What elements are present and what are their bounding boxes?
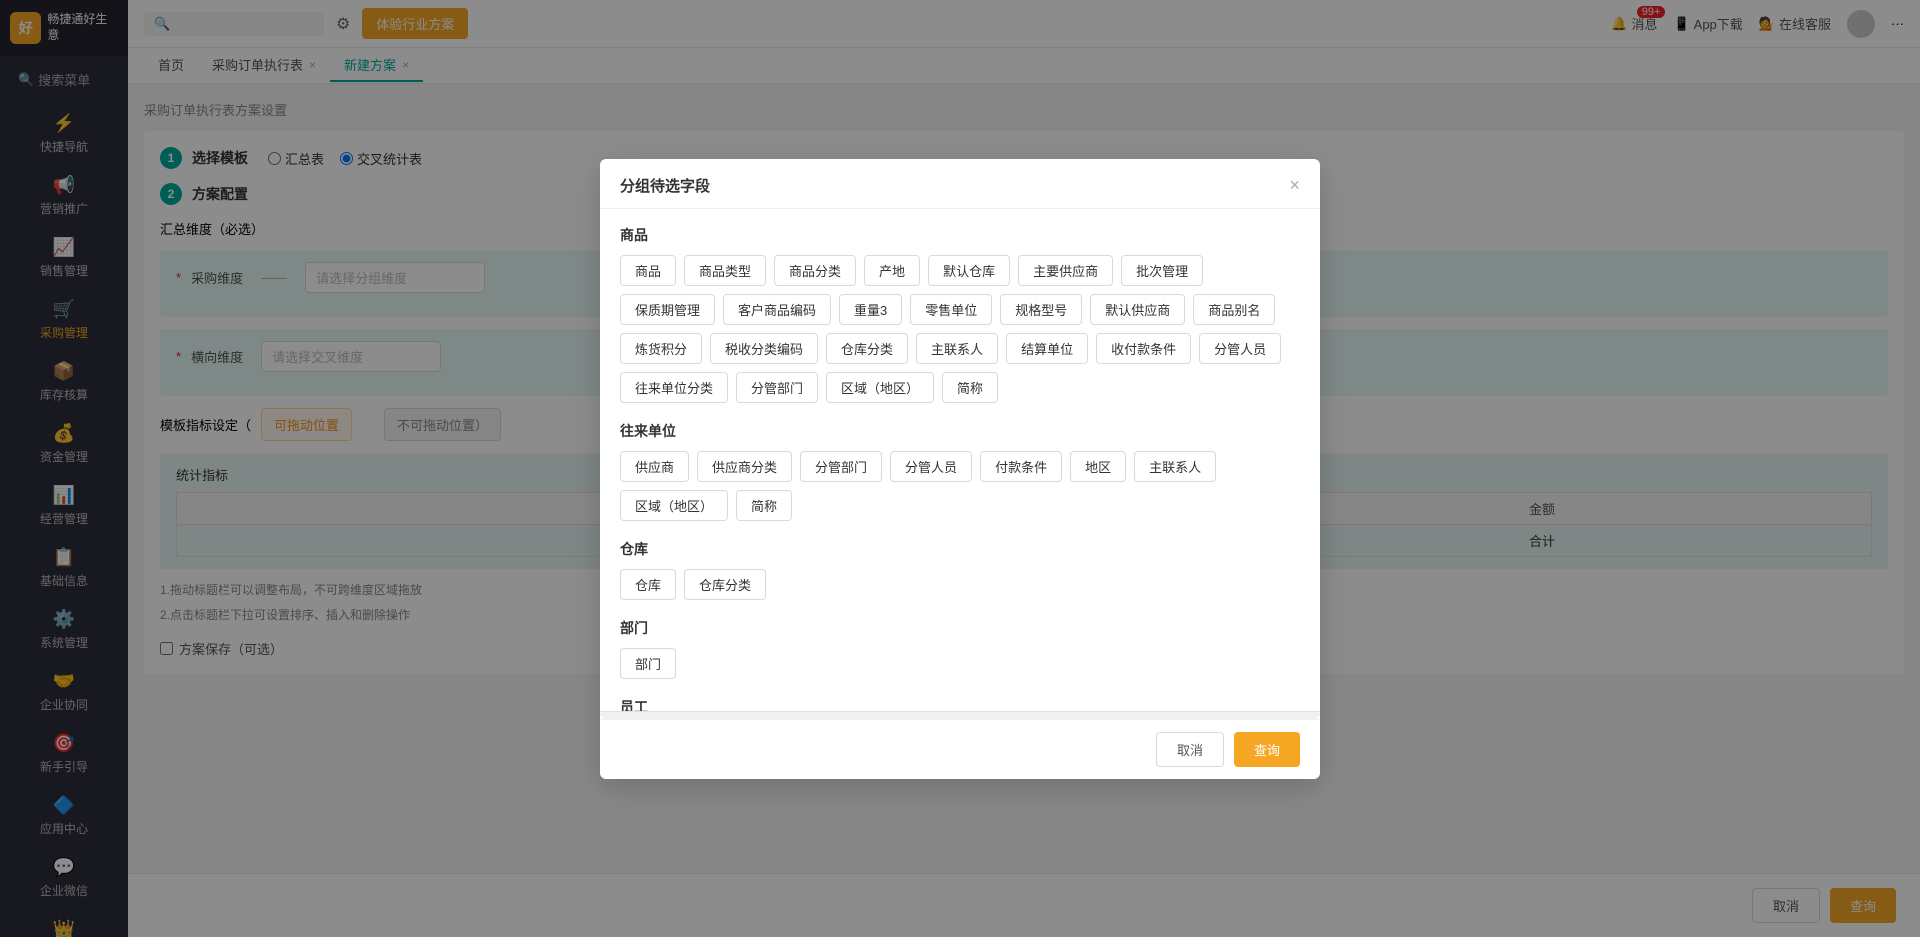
field-tag[interactable]: 区域（地区） <box>826 372 934 403</box>
section-warehouse: 仓库 仓库 仓库分类 <box>620 539 1300 600</box>
field-tag[interactable]: 简称 <box>736 490 792 521</box>
field-tag[interactable]: 部门 <box>620 648 676 679</box>
field-tag[interactable]: 默认仓库 <box>928 255 1010 286</box>
field-tag[interactable]: 简称 <box>942 372 998 403</box>
section-goods-title: 商品 <box>620 225 1300 245</box>
modal-footer: 取消 查询 <box>600 719 1320 779</box>
field-tag[interactable]: 税收分类编码 <box>710 333 818 364</box>
field-tag[interactable]: 产地 <box>864 255 920 286</box>
section-goods-tags: 商品 商品类型 商品分类 产地 默认仓库 主要供应商 批次管理 保质期管理 客户… <box>620 255 1300 403</box>
field-tag[interactable]: 主联系人 <box>916 333 998 364</box>
modal-close-button[interactable]: × <box>1289 175 1300 196</box>
field-tag[interactable]: 分管人员 <box>1199 333 1281 364</box>
field-tag[interactable]: 供应商 <box>620 451 689 482</box>
section-partner-tags: 供应商 供应商分类 分管部门 分管人员 付款条件 地区 主联系人 区域（地区） … <box>620 451 1300 521</box>
field-tag[interactable]: 区域（地区） <box>620 490 728 521</box>
field-tag[interactable]: 结算单位 <box>1006 333 1088 364</box>
field-tag[interactable]: 分管部门 <box>736 372 818 403</box>
field-tag[interactable]: 炼货积分 <box>620 333 702 364</box>
modal-body: 商品 商品 商品类型 商品分类 产地 默认仓库 主要供应商 批次管理 保质期管理… <box>600 209 1320 712</box>
section-employee: 员工 业务员 <box>620 697 1300 712</box>
field-tag[interactable]: 分管人员 <box>890 451 972 482</box>
modal-dialog: 分组待选字段 × 商品 商品 商品类型 商品分类 产地 默认仓库 主要供应商 批… <box>600 159 1320 779</box>
section-goods: 商品 商品 商品类型 商品分类 产地 默认仓库 主要供应商 批次管理 保质期管理… <box>620 225 1300 403</box>
field-tag[interactable]: 地区 <box>1070 451 1126 482</box>
field-tag[interactable]: 批次管理 <box>1121 255 1203 286</box>
modal-overlay[interactable]: 分组待选字段 × 商品 商品 商品类型 商品分类 产地 默认仓库 主要供应商 批… <box>0 0 1920 937</box>
section-partner-title: 往来单位 <box>620 421 1300 441</box>
section-department-tags: 部门 <box>620 648 1300 679</box>
modal-title: 分组待选字段 <box>620 175 710 196</box>
field-tag[interactable]: 商品别名 <box>1193 294 1275 325</box>
field-tag[interactable]: 分管部门 <box>800 451 882 482</box>
field-tag[interactable]: 主要供应商 <box>1018 255 1113 286</box>
field-tag[interactable]: 客户商品编码 <box>723 294 831 325</box>
field-tag[interactable]: 重量3 <box>839 294 902 325</box>
section-warehouse-tags: 仓库 仓库分类 <box>620 569 1300 600</box>
field-tag[interactable]: 供应商分类 <box>697 451 792 482</box>
field-tag[interactable]: 默认供应商 <box>1090 294 1185 325</box>
field-tag[interactable]: 商品分类 <box>774 255 856 286</box>
field-tag[interactable]: 主联系人 <box>1134 451 1216 482</box>
field-tag[interactable]: 收付款条件 <box>1096 333 1191 364</box>
field-tag[interactable]: 商品 <box>620 255 676 286</box>
field-tag[interactable]: 仓库分类 <box>684 569 766 600</box>
section-employee-title: 员工 <box>620 697 1300 712</box>
modal-header: 分组待选字段 × <box>600 159 1320 209</box>
field-tag[interactable]: 零售单位 <box>910 294 992 325</box>
field-tag[interactable]: 保质期管理 <box>620 294 715 325</box>
field-tag[interactable]: 商品类型 <box>684 255 766 286</box>
section-partner: 往来单位 供应商 供应商分类 分管部门 分管人员 付款条件 地区 主联系人 区域… <box>620 421 1300 521</box>
field-tag[interactable]: 付款条件 <box>980 451 1062 482</box>
field-tag[interactable]: 仓库分类 <box>826 333 908 364</box>
field-tag[interactable]: 仓库 <box>620 569 676 600</box>
section-department-title: 部门 <box>620 618 1300 638</box>
field-tag[interactable]: 往来单位分类 <box>620 372 728 403</box>
section-department: 部门 部门 <box>620 618 1300 679</box>
field-tag[interactable]: 规格型号 <box>1000 294 1082 325</box>
modal-confirm-button[interactable]: 查询 <box>1234 732 1300 767</box>
modal-horizontal-scrollbar[interactable] <box>600 711 1320 718</box>
modal-cancel-button[interactable]: 取消 <box>1156 732 1224 767</box>
section-warehouse-title: 仓库 <box>620 539 1300 559</box>
